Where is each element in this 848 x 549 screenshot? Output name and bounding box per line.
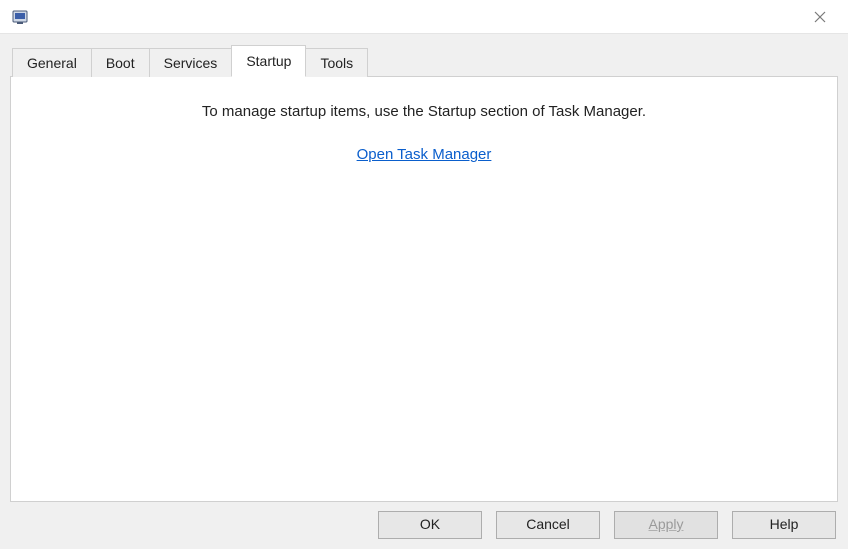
tab-strip: General Boot Services Startup Tools <box>12 44 838 76</box>
startup-panel: To manage startup items, use the Startup… <box>10 76 838 502</box>
dialog-body: General Boot Services Startup Tools To m… <box>0 34 848 502</box>
close-button[interactable] <box>800 3 840 31</box>
help-button[interactable]: Help <box>732 511 836 539</box>
tab-general[interactable]: General <box>12 48 92 77</box>
apply-button: Apply <box>614 511 718 539</box>
close-icon <box>814 11 826 23</box>
msconfig-window: General Boot Services Startup Tools To m… <box>0 0 848 549</box>
tab-startup[interactable]: Startup <box>231 45 306 77</box>
tab-boot[interactable]: Boot <box>91 48 150 77</box>
startup-instruction-text: To manage startup items, use the Startup… <box>31 103 817 120</box>
cancel-button[interactable]: Cancel <box>496 511 600 539</box>
ok-button[interactable]: OK <box>378 511 482 539</box>
tab-tools[interactable]: Tools <box>305 48 368 77</box>
titlebar <box>0 0 848 34</box>
msconfig-icon <box>12 8 32 26</box>
open-task-manager-link[interactable]: Open Task Manager <box>357 146 492 163</box>
dialog-button-row: OK Cancel Apply Help <box>0 502 848 549</box>
tab-services[interactable]: Services <box>149 48 233 77</box>
apply-button-label: Apply <box>648 516 683 532</box>
